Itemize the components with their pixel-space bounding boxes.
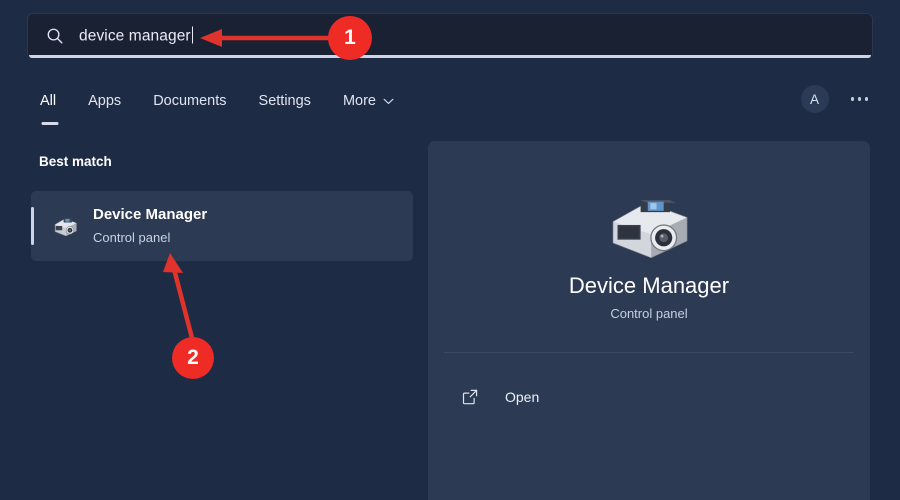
annotation-badge-2-number: 2 — [187, 346, 199, 370]
annotation-arrows — [0, 0, 900, 500]
annotation-badge-2: 2 — [172, 337, 214, 379]
annotation-badge-1: 1 — [328, 16, 372, 60]
annotation-badge-1-number: 1 — [344, 26, 356, 50]
